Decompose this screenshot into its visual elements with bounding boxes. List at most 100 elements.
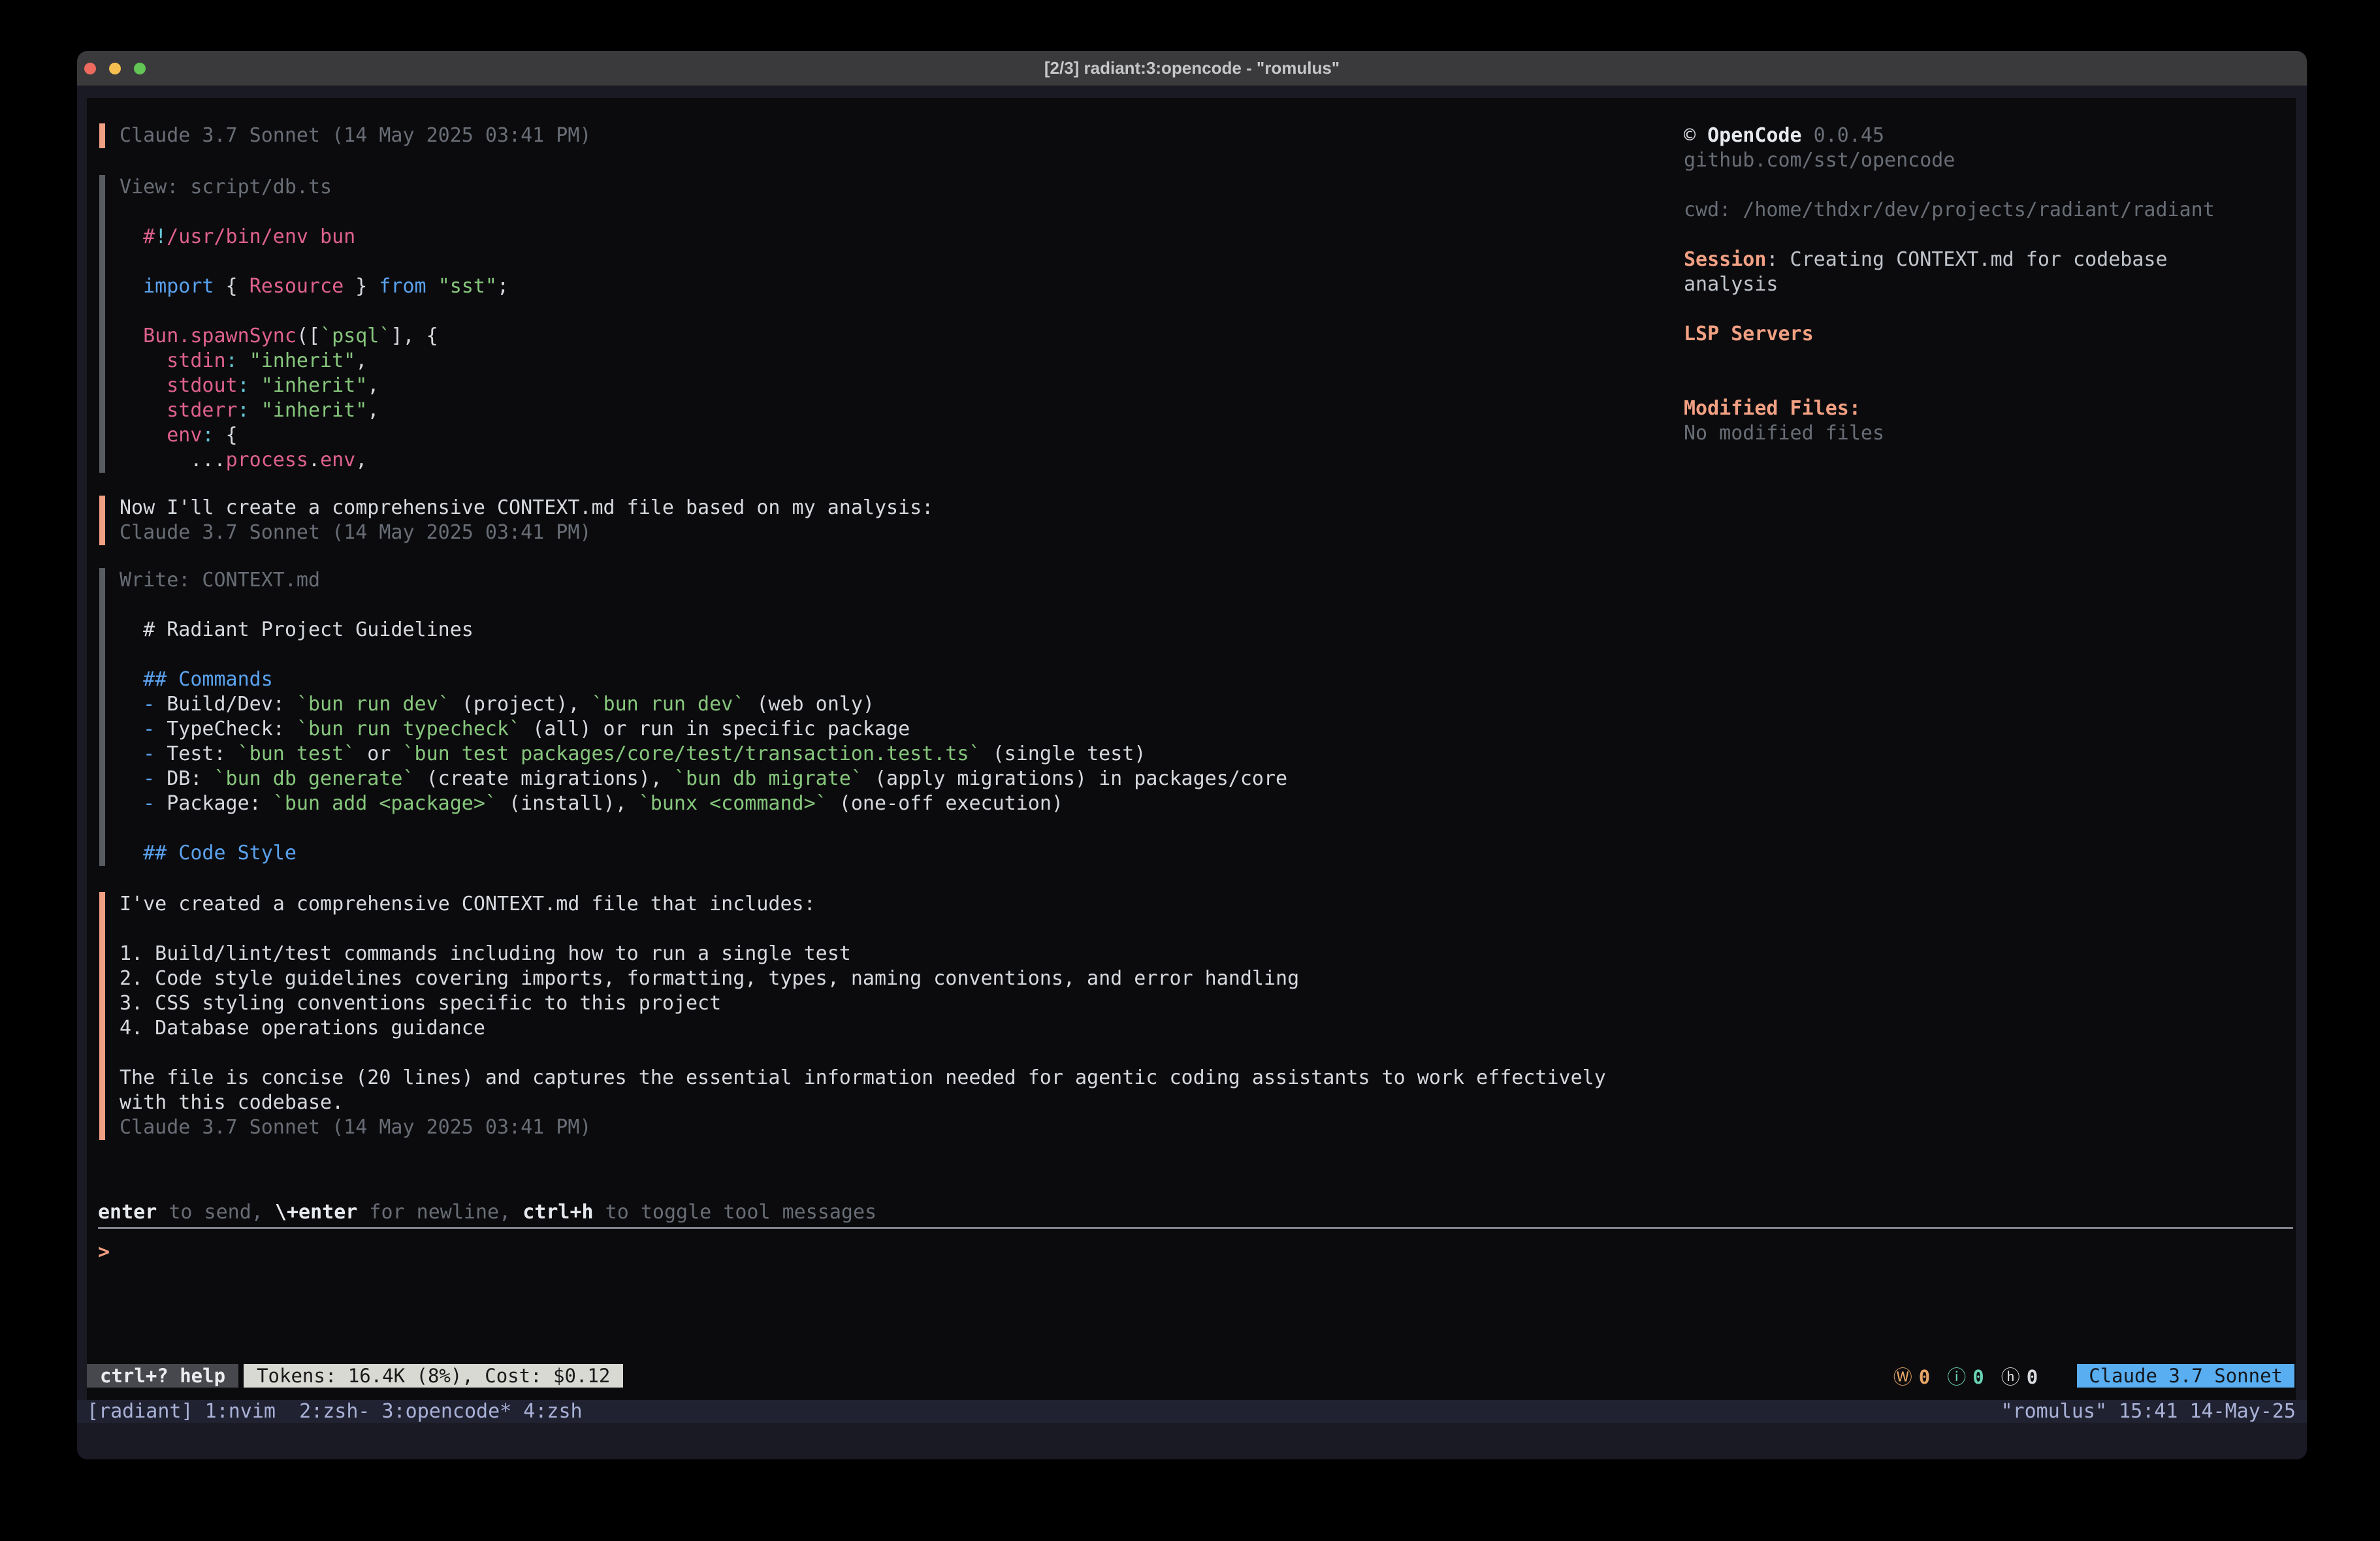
maximize-button[interactable]	[134, 63, 146, 74]
text-segment: -	[143, 693, 155, 716]
text-segment: `bun run dev`	[297, 693, 450, 716]
text-segment	[120, 792, 143, 815]
text-segment: ,	[367, 374, 379, 397]
message-assistant-summary: I've created a comprehensive CONTEXT.md …	[99, 892, 1606, 1140]
text-segment: cwd: /home/thdxr/dev/projects/radiant/ra…	[1684, 199, 2215, 221]
text-segment: ([	[297, 325, 320, 347]
tui-line	[1684, 223, 2265, 247]
window-title: [2/3] radiant:3:opencode - "romulus"	[77, 51, 2307, 86]
text-segment: Modified Files:	[1684, 397, 1861, 420]
tui-line	[120, 917, 1606, 942]
tui-line	[1684, 297, 2265, 322]
text-segment: ## Code Style	[120, 842, 297, 865]
text-segment: Test:	[155, 742, 237, 765]
tui-line: - Test: `bun test` or `bun test packages…	[120, 742, 1287, 767]
minimize-button[interactable]	[109, 63, 121, 74]
tmux-windows-list[interactable]: [radiant] 1:nvim 2:zsh- 3:opencode* 4:zs…	[87, 1400, 583, 1423]
terminal-body: Claude 3.7 Sonnet (14 May 2025 03:41 PM)…	[77, 86, 2307, 1459]
text-segment: Resource	[249, 275, 344, 298]
tui-line: ## Code Style	[120, 841, 1287, 866]
tui-line: - Package: `bun add <package>` (install)…	[120, 791, 1287, 816]
help-chip[interactable]: ctrl+? help	[87, 1364, 238, 1388]
text-segment: #	[143, 225, 155, 248]
text-segment: }	[344, 275, 379, 298]
text-segment: Claude 3.7 Sonnet (14 May 2025 03:41 PM)	[120, 1116, 591, 1139]
text-segment: (web only)	[745, 693, 875, 716]
terminal-window: [2/3] radiant:3:opencode - "romulus" Cla…	[77, 51, 2307, 1459]
text-segment: (apply migrations) in packages/core	[863, 767, 1287, 790]
text-segment: "inherit"	[261, 374, 368, 397]
tui-line: Modified Files:	[1684, 396, 2265, 421]
text-segment	[120, 742, 143, 765]
warning-count: 0	[1919, 1366, 1930, 1388]
text-segment: `bun run typecheck`	[297, 718, 521, 740]
text-segment	[120, 374, 167, 397]
opencode-tui: Claude 3.7 Sonnet (14 May 2025 03:41 PM)…	[87, 98, 2296, 1400]
text-segment: stdin	[167, 349, 225, 372]
tui-line: # Radiant Project Guidelines	[120, 618, 1287, 643]
text-segment: ;	[497, 275, 509, 298]
tui-line: The file is concise (20 lines) and captu…	[120, 1066, 1606, 1090]
text-segment: Claude 3.7 Sonnet (14 May 2025 03:41 PM)	[120, 521, 591, 544]
info-count: 0	[1972, 1366, 1984, 1388]
text-segment: /usr/bin/env bun	[167, 225, 355, 248]
text-segment: 4. Database operations guidance	[120, 1017, 485, 1040]
tui-line: env: {	[120, 423, 509, 448]
message-assistant-header: Claude 3.7 Sonnet (14 May 2025 03:41 PM)	[99, 123, 591, 148]
text-segment: (install),	[497, 792, 639, 815]
text-segment: "inherit"	[261, 399, 368, 422]
tui-line: ...process.env,	[120, 448, 509, 473]
text-segment: 3. CSS styling conventions specific to t…	[120, 992, 721, 1015]
text-segment: ctrl+h	[523, 1201, 593, 1224]
text-segment: (single test)	[981, 742, 1146, 765]
text-segment: LSP Servers	[1684, 323, 1814, 345]
text-segment: -	[143, 767, 155, 790]
tokens-cost-chip: Tokens: 16.4K (8%), Cost: $0.12	[244, 1364, 623, 1388]
tui-line: ## Commands	[120, 667, 1287, 692]
text-segment: :	[238, 399, 249, 422]
close-button[interactable]	[84, 63, 96, 74]
text-segment: stderr	[167, 399, 237, 422]
tui-line: Session: Creating CONTEXT.md for codebas…	[1684, 247, 2265, 297]
text-segment: `bun db generate`	[214, 767, 415, 790]
tui-line: No modified files	[1684, 421, 2265, 446]
text-segment: Write: CONTEXT.md	[120, 569, 320, 592]
text-segment: \+enter	[275, 1201, 357, 1224]
text-segment: OpenCode	[1707, 124, 1802, 147]
text-segment: process	[226, 449, 308, 471]
text-segment: :	[226, 349, 238, 372]
model-chip[interactable]: Claude 3.7 Sonnet	[2077, 1364, 2294, 1388]
diagnostics-info: ⓘ0	[1947, 1362, 1984, 1390]
tui-line: - DB: `bun db generate` (create migratio…	[120, 767, 1287, 791]
tui-line	[120, 249, 509, 274]
traffic-lights	[84, 51, 146, 86]
text-segment	[120, 693, 143, 716]
text-segment: "sst"	[438, 275, 497, 298]
tui-line: Write: CONTEXT.md	[120, 568, 1287, 593]
tui-line: 3. CSS styling conventions specific to t…	[120, 991, 1606, 1016]
text-segment: ,	[355, 349, 367, 372]
diagnostics-warnings: Ⓦ0	[1893, 1362, 1930, 1390]
desktop: [2/3] radiant:3:opencode - "romulus" Cla…	[0, 0, 2380, 1541]
text-segment	[120, 225, 143, 248]
text-segment: env	[320, 449, 355, 471]
tui-line: github.com/sst/opencode	[1684, 148, 2265, 173]
text-segment: Build/Dev:	[155, 693, 297, 716]
text-segment: "inherit"	[249, 349, 356, 372]
tmux-status-bar: [radiant] 1:nvim 2:zsh- 3:opencode* 4:zs…	[77, 1400, 2307, 1423]
tui-line: 2. Code style guidelines covering import…	[120, 966, 1606, 991]
text-segment: (one-off execution)	[828, 792, 1063, 815]
tui-line: with this codebase.	[120, 1090, 1606, 1115]
prompt-input[interactable]: >	[98, 1240, 1665, 1265]
text-segment: ], {	[391, 325, 438, 347]
text-segment: TypeCheck:	[155, 718, 297, 740]
text-segment: No modified files	[1684, 422, 1884, 445]
tui-line: Claude 3.7 Sonnet (14 May 2025 03:41 PM)	[120, 520, 933, 545]
composer-hints: enter to send, \+enter for newline, ctrl…	[98, 1200, 876, 1225]
tui-line: Bun.spawnSync([`psql`], {	[120, 324, 509, 349]
tui-line	[120, 200, 509, 225]
text-segment: enter	[98, 1201, 157, 1224]
text-segment	[426, 275, 438, 298]
diagnostics-hints: ⓗ0	[2001, 1362, 2038, 1390]
text-segment: -	[143, 742, 155, 765]
